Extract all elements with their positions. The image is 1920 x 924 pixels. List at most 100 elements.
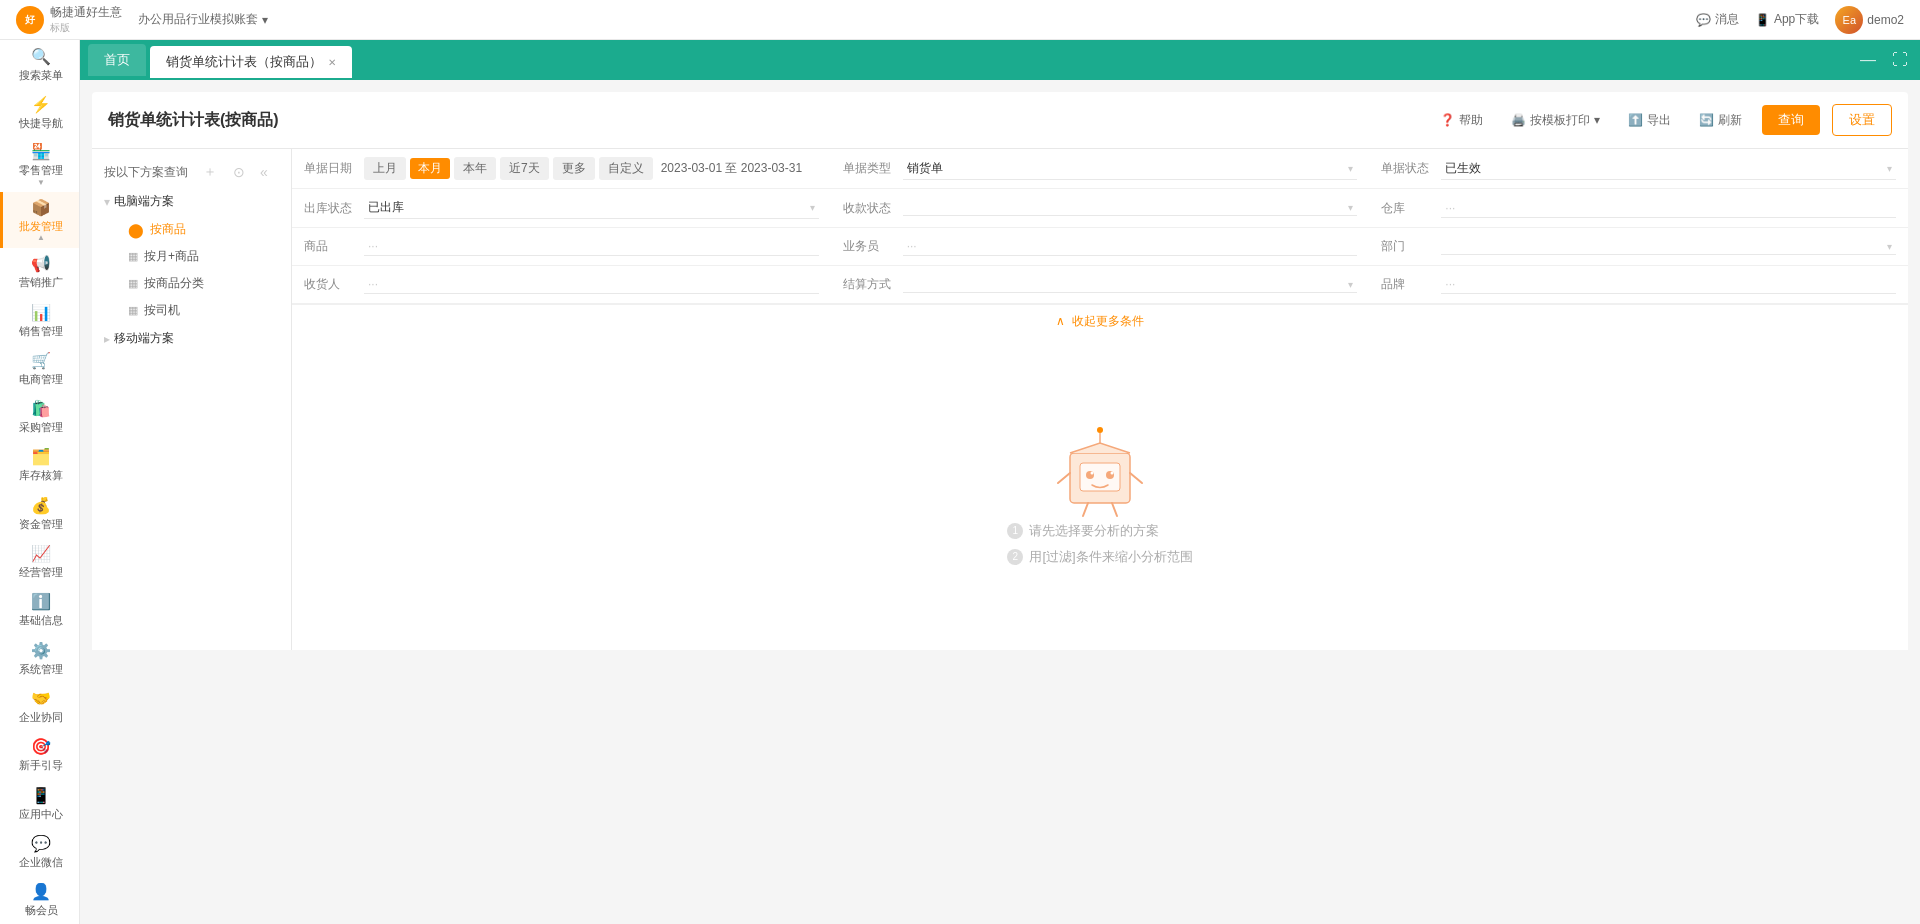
sidebar-item-guide[interactable]: 🎯 新手引导 [0, 731, 79, 779]
page-content: 销货单统计计表(按商品) ❓ 帮助 🖨️ 按模板打印 ▾ ⬆️ 导出 [80, 80, 1920, 924]
logo-icon: 好 [16, 6, 44, 34]
message-action[interactable]: 💬 消息 [1696, 11, 1739, 28]
sidebar-item-marketing[interactable]: 📢 营销推广 [0, 248, 79, 296]
sidebar-item-basics[interactable]: ℹ️ 基础信息 [0, 586, 79, 634]
salesman-control[interactable]: ··· [903, 237, 1358, 256]
sidebar-item-appstore[interactable]: 📱 应用中心 [0, 779, 79, 827]
print-icon: 🖨️ [1511, 113, 1526, 127]
appstore-icon: 📱 [31, 786, 51, 805]
category-icon: ▦ [128, 277, 138, 290]
user-action[interactable]: Ea demo2 [1835, 6, 1904, 34]
brand-control[interactable]: ··· [1441, 275, 1896, 294]
sidebar-item-collab[interactable]: 🤝 企业协同 [0, 683, 79, 731]
filter-cell-brand: 品牌 ··· [1369, 266, 1908, 304]
date-btn-more[interactable]: 更多 [553, 157, 595, 180]
tab-close-icon[interactable]: ✕ [328, 57, 336, 68]
wholesale-arrow-icon: ▲ [37, 233, 45, 242]
app-download-action[interactable]: 📱 App下载 [1755, 11, 1819, 28]
settle-control[interactable]: ▾ [903, 277, 1358, 293]
scheme-group-mobile[interactable]: ▸ 移动端方案 [92, 324, 291, 353]
status-control[interactable]: 已生效 ▾ [1441, 158, 1896, 180]
filter-cell-dept: 部门 ▾ [1369, 228, 1908, 266]
collection-label: 收款状态 [843, 200, 903, 217]
tab-home[interactable]: 首页 [88, 44, 146, 76]
help-button[interactable]: ❓ 帮助 [1432, 108, 1491, 133]
scheme-collapse-icon[interactable]: « [260, 164, 268, 180]
retail-icon: 🏪 [31, 142, 51, 161]
filter-cell-storage: 仓库 ··· [1369, 189, 1908, 228]
dept-control[interactable]: ▾ [1441, 239, 1896, 255]
template-print-button[interactable]: 🖨️ 按模板打印 ▾ [1503, 108, 1608, 133]
tab-minimize-icon[interactable]: — [1856, 47, 1880, 73]
sidebar-item-system[interactable]: ⚙️ 系统管理 [0, 634, 79, 682]
sidebar-item-member[interactable]: 👤 畅会员 [0, 876, 79, 924]
scheme-sub-item-driver[interactable]: ▦ 按司机 [116, 297, 291, 324]
storage-label: 仓库 [1381, 200, 1441, 217]
sidebar-item-search[interactable]: 🔍 搜索菜单 [0, 40, 79, 88]
tip-num-1: 1 [1007, 523, 1023, 539]
collection-control[interactable]: ▾ [903, 200, 1358, 216]
collection-dropdown-icon: ▾ [1348, 202, 1353, 213]
sidebar-item-ecommerce[interactable]: 🛒 电商管理 [0, 344, 79, 392]
scheme-add-icon[interactable]: ＋ [203, 163, 217, 181]
sidebar: 🔍 搜索菜单 ⚡ 快捷导航 🏪 零售管理 ▼ 📦 批发管理 ▲ 📢 营销推广 📊… [0, 40, 80, 924]
date-label: 单据日期 [304, 160, 364, 177]
scheme-sub-item-goods[interactable]: ⬤ 按商品 [116, 216, 291, 243]
scheme-settings-icon[interactable]: ⊙ [233, 164, 245, 180]
sidebar-item-inventory[interactable]: 🗂️ 库存核算 [0, 441, 79, 489]
filter-cell-date: 单据日期 上月 本月 本年 近7天 更多 自定义 2023-03-01 至 20… [292, 149, 831, 189]
sidebar-item-operations[interactable]: 📈 经营管理 [0, 538, 79, 586]
date-btn-this-month[interactable]: 本月 [410, 158, 450, 179]
filter-row-3: 商品 ··· 业务员 ··· 部门 [292, 228, 1908, 266]
salesman-label: 业务员 [843, 238, 903, 255]
filter-cell-receiver: 收货人 ··· [292, 266, 831, 304]
query-button[interactable]: 查询 [1762, 105, 1820, 135]
scheme-group-desktop[interactable]: ▾ 电脑端方案 [92, 187, 291, 216]
receiver-control[interactable]: ··· [364, 275, 819, 294]
tab-sales-stat[interactable]: 销货单统计计表（按商品） ✕ [150, 46, 352, 78]
main-body: 按以下方案查询 ＋ ⊙ « ▾ 电脑端方案 ⬤ 按商品 [92, 149, 1908, 650]
sidebar-item-retail[interactable]: 🏪 零售管理 ▼ [0, 137, 79, 193]
export-button[interactable]: ⬆️ 导出 [1620, 108, 1679, 133]
date-btn-this-year[interactable]: 本年 [454, 157, 496, 180]
page-actions: ❓ 帮助 🖨️ 按模板打印 ▾ ⬆️ 导出 🔄 刷新 [1432, 104, 1892, 136]
outbound-label: 出库状态 [304, 200, 364, 217]
driver-icon: ▦ [128, 304, 138, 317]
sidebar-item-sales[interactable]: 📊 销售管理 [0, 296, 79, 344]
scheme-sub-item-category[interactable]: ▦ 按商品分类 [116, 270, 291, 297]
status-dropdown-icon: ▾ [1887, 163, 1892, 174]
search-icon: 🔍 [31, 47, 51, 66]
svg-line-8 [1058, 473, 1070, 483]
goods-control[interactable]: ··· [364, 237, 819, 256]
collapse-bar[interactable]: ∧ 收起更多条件 [292, 304, 1908, 338]
refresh-button[interactable]: 🔄 刷新 [1691, 108, 1750, 133]
retail-arrow-icon: ▼ [37, 178, 45, 187]
filter-row-1: 单据日期 上月 本月 本年 近7天 更多 自定义 2023-03-01 至 20… [292, 149, 1908, 189]
scheme-panel-header: 按以下方案查询 ＋ ⊙ « [92, 157, 291, 187]
scheme-sub-item-month-goods[interactable]: ▦ 按月+商品 [116, 243, 291, 270]
settings-button[interactable]: 设置 [1832, 104, 1892, 136]
sidebar-item-finance[interactable]: 💰 资金管理 [0, 489, 79, 537]
mobile-expand-icon: ▸ [104, 332, 110, 346]
sidebar-item-wholesale[interactable]: 📦 批发管理 ▲ [0, 192, 79, 248]
receiver-label: 收货人 [304, 276, 364, 293]
date-btn-custom[interactable]: 自定义 [599, 157, 653, 180]
storage-control[interactable]: ··· [1441, 199, 1896, 218]
sidebar-item-purchase[interactable]: 🛍️ 采购管理 [0, 393, 79, 441]
empty-tips: 1 请先选择要分析的方案 2 用[过滤]条件来缩小分析范围 [1007, 518, 1192, 570]
filter-cell-salesman: 业务员 ··· [831, 228, 1370, 266]
date-btn-last-month[interactable]: 上月 [364, 157, 406, 180]
date-btn-7days[interactable]: 近7天 [500, 157, 549, 180]
avatar: Ea [1835, 6, 1863, 34]
sidebar-item-wechat[interactable]: 💬 企业微信 [0, 827, 79, 875]
scheme-sub-desktop: ⬤ 按商品 ▦ 按月+商品 ▦ 按商品分类 ▦ [92, 216, 291, 324]
workspace-selector[interactable]: 办公用品行业模拟账套 ▾ [138, 11, 268, 28]
tab-maximize-icon[interactable]: ⛶ [1888, 47, 1912, 73]
svg-line-9 [1130, 473, 1142, 483]
page-header: 销货单统计计表(按商品) ❓ 帮助 🖨️ 按模板打印 ▾ ⬆️ 导出 [92, 92, 1908, 149]
outbound-control[interactable]: 已出库 ▾ [364, 197, 819, 219]
tip-num-2: 2 [1007, 549, 1023, 565]
export-icon: ⬆️ [1628, 113, 1643, 127]
type-control[interactable]: 销货单 ▾ [903, 158, 1358, 180]
sidebar-item-quick-nav[interactable]: ⚡ 快捷导航 [0, 88, 79, 136]
